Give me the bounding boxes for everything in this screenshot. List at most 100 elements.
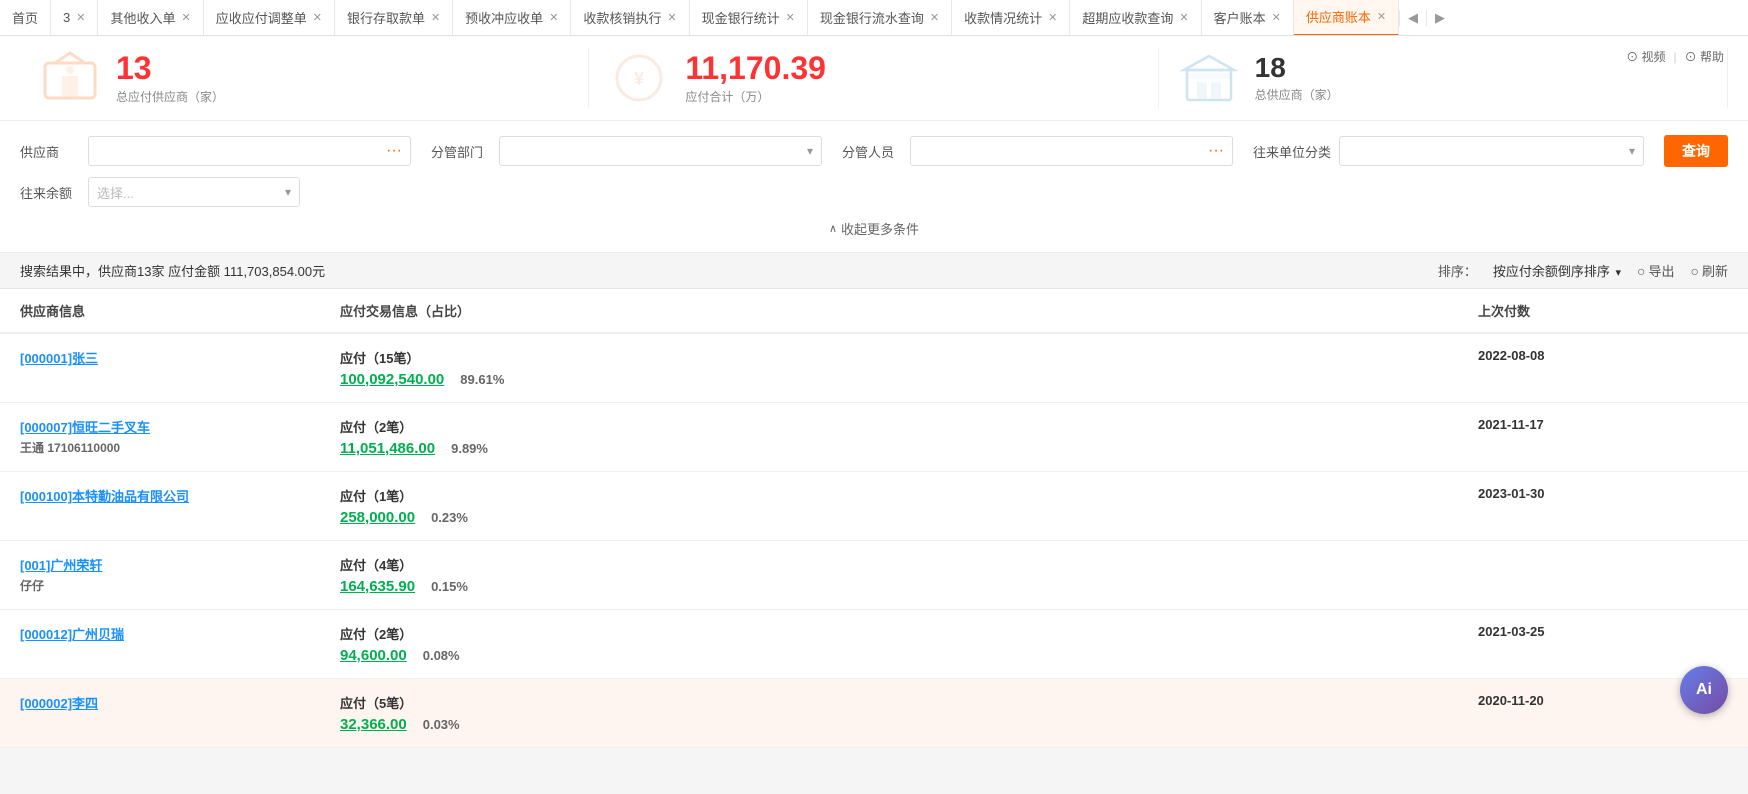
supplier-name-2[interactable]: [000100]本特勤油品有限公司: [20, 486, 340, 505]
nav-tab-advance-label: 预收冲应收单: [465, 8, 543, 27]
transaction-amount-4[interactable]: 94,600.00: [340, 647, 407, 664]
balance-dropdown-icon[interactable]: ▾: [285, 185, 291, 199]
transaction-details-4: 应付（2笔） 94,600.00 0.08%: [340, 624, 1478, 664]
table-row[interactable]: [001]广州荣轩 仔仔 应付（4笔） 164,635.90 0.15%: [0, 541, 1748, 610]
svg-text:¥: ¥: [634, 69, 644, 89]
nav-tab-customer-ledger-close[interactable]: ✕: [1272, 11, 1281, 24]
supplier-name-3[interactable]: [001]广州荣轩: [20, 555, 340, 574]
nav-tab-collect-stats-close[interactable]: ✕: [1048, 11, 1057, 24]
col-header-transaction: 应付交易信息（占比）: [340, 301, 1478, 320]
search-button[interactable]: 查询: [1664, 135, 1728, 167]
video-link[interactable]: ⊙ 视频: [1626, 48, 1665, 65]
sort-select[interactable]: 按应付余额倒序排序 ▾: [1493, 261, 1621, 280]
nav-tab-supplier-ledger-close[interactable]: ✕: [1377, 10, 1386, 23]
nav-tab-other-income[interactable]: 其他收入单 ✕: [98, 0, 203, 36]
person-input[interactable]: [919, 144, 1208, 159]
supplier-label: 供应商: [20, 142, 80, 161]
supplier-name-4[interactable]: [000012]广州贝瑞: [20, 624, 340, 643]
transaction-amount-1[interactable]: 11,051,486.00: [340, 440, 435, 457]
transaction-amount-5[interactable]: 32,366.00: [340, 716, 407, 733]
transaction-row-4: 94,600.00 0.08%: [340, 647, 1478, 664]
supplier-contact-1: 王通 17106110000: [20, 439, 340, 456]
dept-input-wrapper[interactable]: ▾: [499, 136, 822, 166]
nav-tab-overdue-close[interactable]: ✕: [1179, 11, 1188, 24]
help-link[interactable]: ⊙ 帮助: [1685, 48, 1724, 65]
header-stats: 13 总应付供应商（家） ¥ 11,170.39 应付合计（万）: [0, 36, 1748, 121]
ai-button[interactable]: Ai: [1680, 666, 1728, 714]
result-info-text: 搜索结果中，供应商13家 应付金额 111,703,854.00元: [20, 261, 325, 280]
transaction-percent-1: 9.89%: [451, 441, 488, 456]
table-row[interactable]: [000012]广州贝瑞 应付（2笔） 94,600.00 0.08% 2021…: [0, 610, 1748, 679]
nav-tab-advance-close[interactable]: ✕: [549, 11, 558, 24]
transaction-label-3: 应付（4笔）: [340, 555, 1478, 574]
transaction-row-0: 100,092,540.00 89.61%: [340, 371, 1478, 388]
transaction-amount-0[interactable]: 100,092,540.00: [340, 371, 444, 388]
nav-tab-customer-ledger[interactable]: 客户账本 ✕: [1202, 0, 1294, 36]
refresh-button[interactable]: ○ 刷新: [1691, 261, 1728, 280]
nav-tab-supplier-ledger[interactable]: 供应商账本 ✕: [1294, 0, 1399, 36]
table-row[interactable]: [000007]恒旺二手叉车 王通 17106110000 应付（2笔） 11,…: [0, 403, 1748, 472]
transaction-details-0: 应付（15笔） 100,092,540.00 89.61%: [340, 348, 1478, 388]
dept-dropdown-icon[interactable]: ▾: [807, 144, 813, 158]
export-button[interactable]: ○ 导出: [1637, 261, 1674, 280]
stat-label-suppliers: 总应付供应商（家）: [116, 88, 224, 105]
supplier-info-2: [000100]本特勤油品有限公司: [20, 486, 340, 505]
person-dots-icon[interactable]: ···: [1208, 142, 1224, 160]
nav-tab-bank-close[interactable]: ✕: [431, 11, 440, 24]
nav-tab-adjust[interactable]: 应收应付调整单 ✕: [204, 0, 335, 36]
refresh-label: 刷新: [1702, 261, 1728, 280]
collapse-label: 收起更多条件: [841, 219, 919, 238]
transaction-percent-2: 0.23%: [431, 510, 468, 525]
supplier-input-wrapper[interactable]: ···: [88, 136, 411, 166]
supplier-name-5[interactable]: [000002]李四: [20, 693, 340, 712]
nav-tab-collect-stats-label: 收款情况统计: [964, 8, 1042, 27]
sort-value: 按应付余额倒序排序: [1493, 264, 1610, 279]
category-input-wrapper[interactable]: ▾: [1339, 136, 1644, 166]
transaction-amount-3[interactable]: 164,635.90: [340, 578, 415, 595]
person-input-wrapper[interactable]: ···: [910, 136, 1233, 166]
nav-tab-other-income-close[interactable]: ✕: [181, 11, 190, 24]
supplier-dots-icon[interactable]: ···: [386, 142, 402, 160]
transaction-amount-2[interactable]: 258,000.00: [340, 509, 415, 526]
last-pay-date-4: 2021-03-25: [1478, 624, 1545, 639]
nav-tab-adjust-label: 应收应付调整单: [216, 8, 307, 27]
lastpay-1: 2021-11-17: [1478, 417, 1678, 432]
table-row[interactable]: [000001]张三 应付（15笔） 100,092,540.00 89.61%…: [0, 334, 1748, 403]
nav-tab-3-close[interactable]: ✕: [76, 11, 85, 24]
nav-tab-collect-stats[interactable]: 收款情况统计 ✕: [952, 0, 1070, 36]
lastpay-2: 2023-01-30: [1478, 486, 1678, 501]
nav-next-arrow[interactable]: ▶: [1426, 10, 1453, 26]
transaction-percent-0: 89.61%: [460, 372, 504, 387]
nav-tab-collect-close[interactable]: ✕: [667, 11, 676, 24]
category-dropdown-icon[interactable]: ▾: [1629, 144, 1635, 158]
supplier-input[interactable]: [97, 144, 386, 159]
nav-tab-3[interactable]: 3 ✕: [51, 0, 98, 36]
transaction-row-2: 258,000.00 0.23%: [340, 509, 1478, 526]
nav-tab-cash-bank-query[interactable]: 现金银行流水查询 ✕: [808, 0, 952, 36]
nav-tab-customer-ledger-label: 客户账本: [1214, 8, 1266, 27]
search-row-1: 供应商 ··· 分管部门 ▾ 分管人员 ··· 往来单位分类 ▾: [20, 135, 1728, 167]
amount-icon: ¥: [609, 48, 669, 108]
collapse-button[interactable]: ∧ 收起更多条件: [814, 219, 934, 238]
sort-dropdown-icon[interactable]: ▾: [1616, 267, 1622, 279]
table-row[interactable]: [000100]本特勤油品有限公司 应付（1笔） 258,000.00 0.23…: [0, 472, 1748, 541]
nav-tab-bank[interactable]: 银行存取款单 ✕: [335, 0, 453, 36]
nav-tab-home[interactable]: 首页: [0, 0, 51, 36]
balance-input-wrapper[interactable]: 选择... ▾: [88, 177, 300, 207]
nav-tab-adjust-close[interactable]: ✕: [313, 11, 322, 24]
stat-block-suppliers: 13 总应付供应商（家）: [20, 48, 589, 108]
transaction-info-0: 应付（15笔） 100,092,540.00 89.61%: [340, 348, 1478, 388]
nav-prev-arrow[interactable]: ◀: [1399, 10, 1426, 26]
transaction-label-0: 应付（15笔）: [340, 348, 1478, 367]
supplier-name-1[interactable]: [000007]恒旺二手叉车: [20, 417, 340, 436]
nav-tab-overdue-label: 超期应收款查询: [1082, 8, 1173, 27]
nav-tab-cash-bank-stats[interactable]: 现金银行统计 ✕: [690, 0, 808, 36]
nav-tab-cash-bank-query-close[interactable]: ✕: [930, 11, 939, 24]
nav-tab-collect[interactable]: 收款核销执行 ✕: [571, 0, 689, 36]
nav-tab-cash-bank-query-label: 现金银行流水查询: [820, 8, 924, 27]
supplier-name-0[interactable]: [000001]张三: [20, 348, 340, 367]
nav-tab-cash-bank-stats-close[interactable]: ✕: [786, 11, 795, 24]
nav-tab-overdue[interactable]: 超期应收款查询 ✕: [1070, 0, 1201, 36]
table-row[interactable]: [000002]李四 应付（5笔） 32,366.00 0.03% 2020-1…: [0, 679, 1748, 748]
nav-tab-advance[interactable]: 预收冲应收单 ✕: [453, 0, 571, 36]
